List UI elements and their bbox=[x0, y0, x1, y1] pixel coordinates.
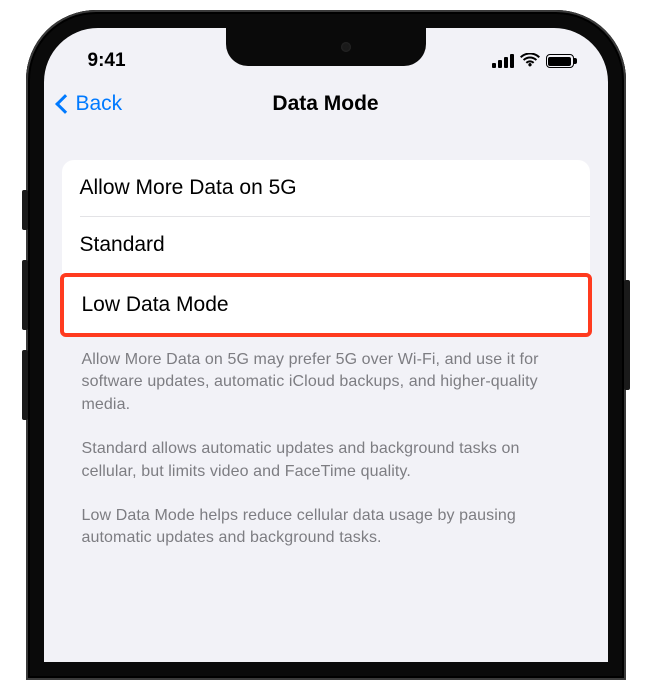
cellular-icon bbox=[492, 54, 514, 68]
side-button bbox=[22, 190, 28, 230]
back-label: Back bbox=[76, 92, 123, 116]
page-title: Data Mode bbox=[272, 92, 378, 116]
content-area: Allow More Data on 5G Standard Low Data … bbox=[44, 130, 608, 550]
side-button bbox=[22, 350, 28, 420]
screen: 9:41 Back Data Mode Allow More Data on 5… bbox=[44, 28, 608, 662]
back-button[interactable]: Back bbox=[58, 92, 123, 116]
battery-icon bbox=[546, 54, 574, 68]
chevron-left-icon bbox=[55, 94, 75, 114]
data-mode-group: Allow More Data on 5G Standard Low Data … bbox=[62, 160, 590, 337]
option-allow-more-5g[interactable]: Allow More Data on 5G bbox=[62, 160, 590, 216]
status-time: 9:41 bbox=[88, 50, 126, 72]
footer-paragraph: Low Data Mode helps reduce cellular data… bbox=[82, 505, 570, 550]
option-standard[interactable]: Standard bbox=[62, 217, 590, 273]
option-low-data-mode[interactable]: Low Data Mode bbox=[60, 273, 592, 337]
navigation-bar: Back Data Mode bbox=[44, 78, 608, 130]
wifi-icon bbox=[520, 52, 540, 70]
footer-paragraph: Allow More Data on 5G may prefer 5G over… bbox=[82, 349, 570, 416]
camera-icon bbox=[341, 42, 351, 52]
side-button bbox=[624, 280, 630, 390]
side-button bbox=[22, 260, 28, 330]
phone-frame: 9:41 Back Data Mode Allow More Data on 5… bbox=[26, 10, 626, 680]
footer-paragraph: Standard allows automatic updates and ba… bbox=[82, 438, 570, 483]
footer-text: Allow More Data on 5G may prefer 5G over… bbox=[62, 335, 590, 550]
notch bbox=[226, 28, 426, 66]
